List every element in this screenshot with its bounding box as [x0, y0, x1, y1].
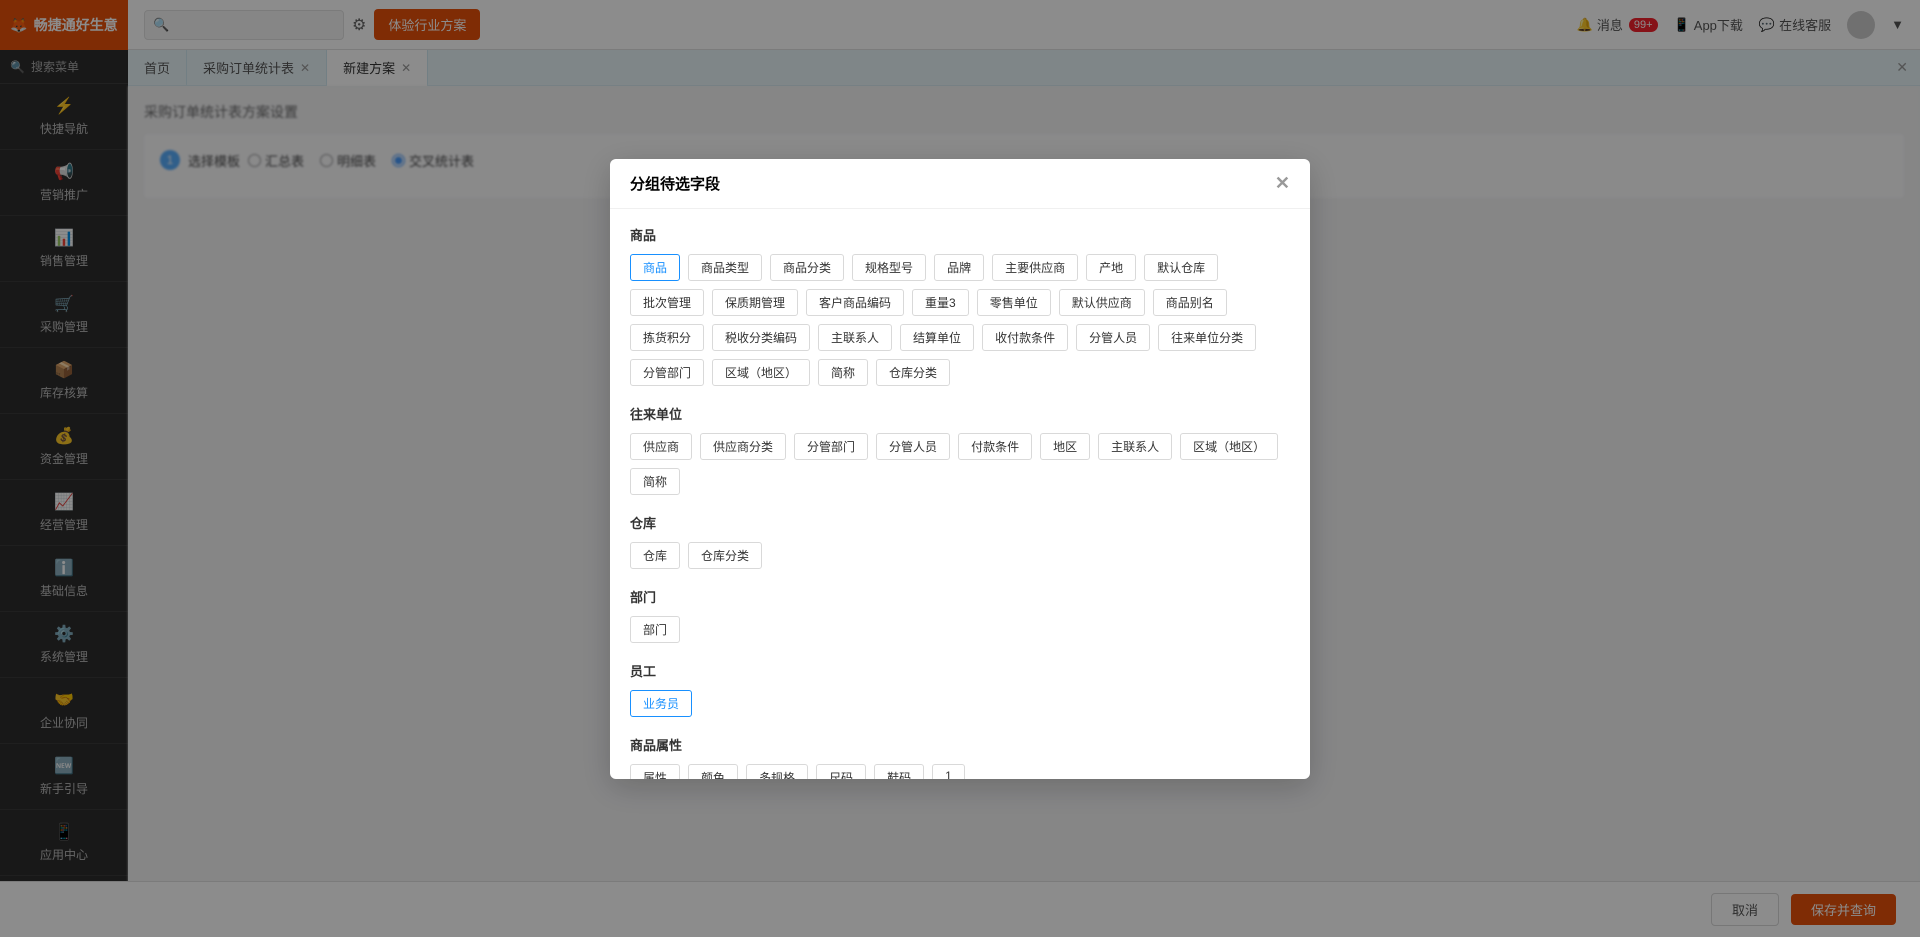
field-section-employee: 员工业务员: [630, 661, 1290, 717]
field-tag-spec-type[interactable]: 规格型号: [852, 254, 926, 281]
field-tag-payment-terms[interactable]: 收付款条件: [982, 324, 1068, 351]
section-title-counterparty: 往来单位: [630, 404, 1290, 423]
field-tags-employee: 业务员: [630, 690, 1290, 717]
field-tag-product[interactable]: 商品: [630, 254, 680, 281]
section-title-warehouse: 仓库: [630, 513, 1290, 532]
field-tag-brand[interactable]: 品牌: [934, 254, 984, 281]
field-tag-payment-condition[interactable]: 付款条件: [958, 433, 1032, 460]
field-tags-counterparty: 供应商供应商分类分管部门分管人员付款条件地区主联系人区域（地区） 简称: [630, 433, 1290, 495]
field-tag-multi-spec[interactable]: 多规格: [746, 764, 808, 779]
field-tag-short-name-counterparty[interactable]: 简称: [630, 468, 680, 495]
section-title-department: 部门: [630, 587, 1290, 606]
field-tag-shoe-size[interactable]: 鞋码: [874, 764, 924, 779]
modal-body[interactable]: 商品商品商品类型商品分类规格型号品牌主要供应商产地默认仓库批次管理保质期管理客户…: [610, 209, 1310, 779]
field-tags-product-attr: 属性颜色多规格尺码鞋码 1: [630, 764, 1290, 779]
field-tag-attr[interactable]: 属性: [630, 764, 680, 779]
modal-header: 分组待选字段 ✕: [610, 159, 1310, 209]
field-tag-settlement-unit[interactable]: 结算单位: [900, 324, 974, 351]
field-tag-warehouse-category-product[interactable]: 仓库分类: [876, 359, 950, 386]
field-tag-manager-counterparty[interactable]: 分管人员: [876, 433, 950, 460]
field-tag-size[interactable]: 尺码: [816, 764, 866, 779]
field-tag-manager[interactable]: 分管人员: [1076, 324, 1150, 351]
field-tag-default-supplier[interactable]: 默认供应商: [1059, 289, 1145, 316]
field-tag-default-warehouse[interactable]: 默认仓库: [1144, 254, 1218, 281]
field-section-department: 部门部门: [630, 587, 1290, 643]
field-tag-weight3[interactable]: 重量3: [912, 289, 969, 316]
field-tag-tax-code[interactable]: 税收分类编码: [712, 324, 810, 351]
field-tag-supplier-category[interactable]: 供应商分类: [700, 433, 786, 460]
field-tag-dept-in-charge[interactable]: 分管部门: [630, 359, 704, 386]
field-tag-main-supplier[interactable]: 主要供应商: [992, 254, 1078, 281]
field-tag-product-type[interactable]: 商品类型: [688, 254, 762, 281]
field-tag-region-counterparty[interactable]: 地区: [1040, 433, 1090, 460]
modal-close-button[interactable]: ✕: [1275, 173, 1290, 194]
field-tag-warehouse[interactable]: 仓库: [630, 542, 680, 569]
field-tags-department: 部门: [630, 616, 1290, 643]
field-tag-product-category[interactable]: 商品分类: [770, 254, 844, 281]
field-section-product: 商品商品商品类型商品分类规格型号品牌主要供应商产地默认仓库批次管理保质期管理客户…: [630, 225, 1290, 386]
field-tag-product-alias[interactable]: 商品别名: [1153, 289, 1227, 316]
field-tag-picking-points[interactable]: 拣货积分: [630, 324, 704, 351]
field-select-modal: 分组待选字段 ✕ 商品商品商品类型商品分类规格型号品牌主要供应商产地默认仓库批次…: [610, 159, 1310, 779]
field-tag-short-name-product[interactable]: 简称: [818, 359, 868, 386]
field-tags-warehouse: 仓库仓库分类: [630, 542, 1290, 569]
field-section-counterparty: 往来单位供应商供应商分类分管部门分管人员付款条件地区主联系人区域（地区） 简称: [630, 404, 1290, 495]
field-tag-customer-code[interactable]: 客户商品编码: [806, 289, 904, 316]
field-tag-dept-counterparty[interactable]: 分管部门: [794, 433, 868, 460]
field-section-product-attr: 商品属性属性颜色多规格尺码鞋码 1: [630, 735, 1290, 779]
field-tag-main-contact-counterparty[interactable]: 主联系人: [1098, 433, 1172, 460]
field-tag-region-product[interactable]: 区域（地区）: [712, 359, 810, 386]
field-tag-one[interactable]: 1: [932, 764, 965, 779]
field-tag-supplier[interactable]: 供应商: [630, 433, 692, 460]
field-tag-warehouse-category[interactable]: 仓库分类: [688, 542, 762, 569]
section-title-product: 商品: [630, 225, 1290, 244]
section-title-product-attr: 商品属性: [630, 735, 1290, 754]
field-tag-main-contact[interactable]: 主联系人: [818, 324, 892, 351]
section-title-employee: 员工: [630, 661, 1290, 680]
field-tag-expiry-mgmt[interactable]: 保质期管理: [712, 289, 798, 316]
field-tags-product: 商品商品类型商品分类规格型号品牌主要供应商产地默认仓库批次管理保质期管理客户商品…: [630, 254, 1290, 386]
field-tag-batch-mgmt[interactable]: 批次管理: [630, 289, 704, 316]
modal-title: 分组待选字段: [630, 173, 720, 194]
field-tag-retail-unit[interactable]: 零售单位: [977, 289, 1051, 316]
field-tag-dept[interactable]: 部门: [630, 616, 680, 643]
field-tag-salesperson[interactable]: 业务员: [630, 690, 692, 717]
field-tag-region2[interactable]: 区域（地区）: [1180, 433, 1278, 460]
field-tag-origin[interactable]: 产地: [1086, 254, 1136, 281]
field-tag-org-category[interactable]: 往来单位分类: [1158, 324, 1256, 351]
field-tag-color[interactable]: 颜色: [688, 764, 738, 779]
field-section-warehouse: 仓库仓库仓库分类: [630, 513, 1290, 569]
